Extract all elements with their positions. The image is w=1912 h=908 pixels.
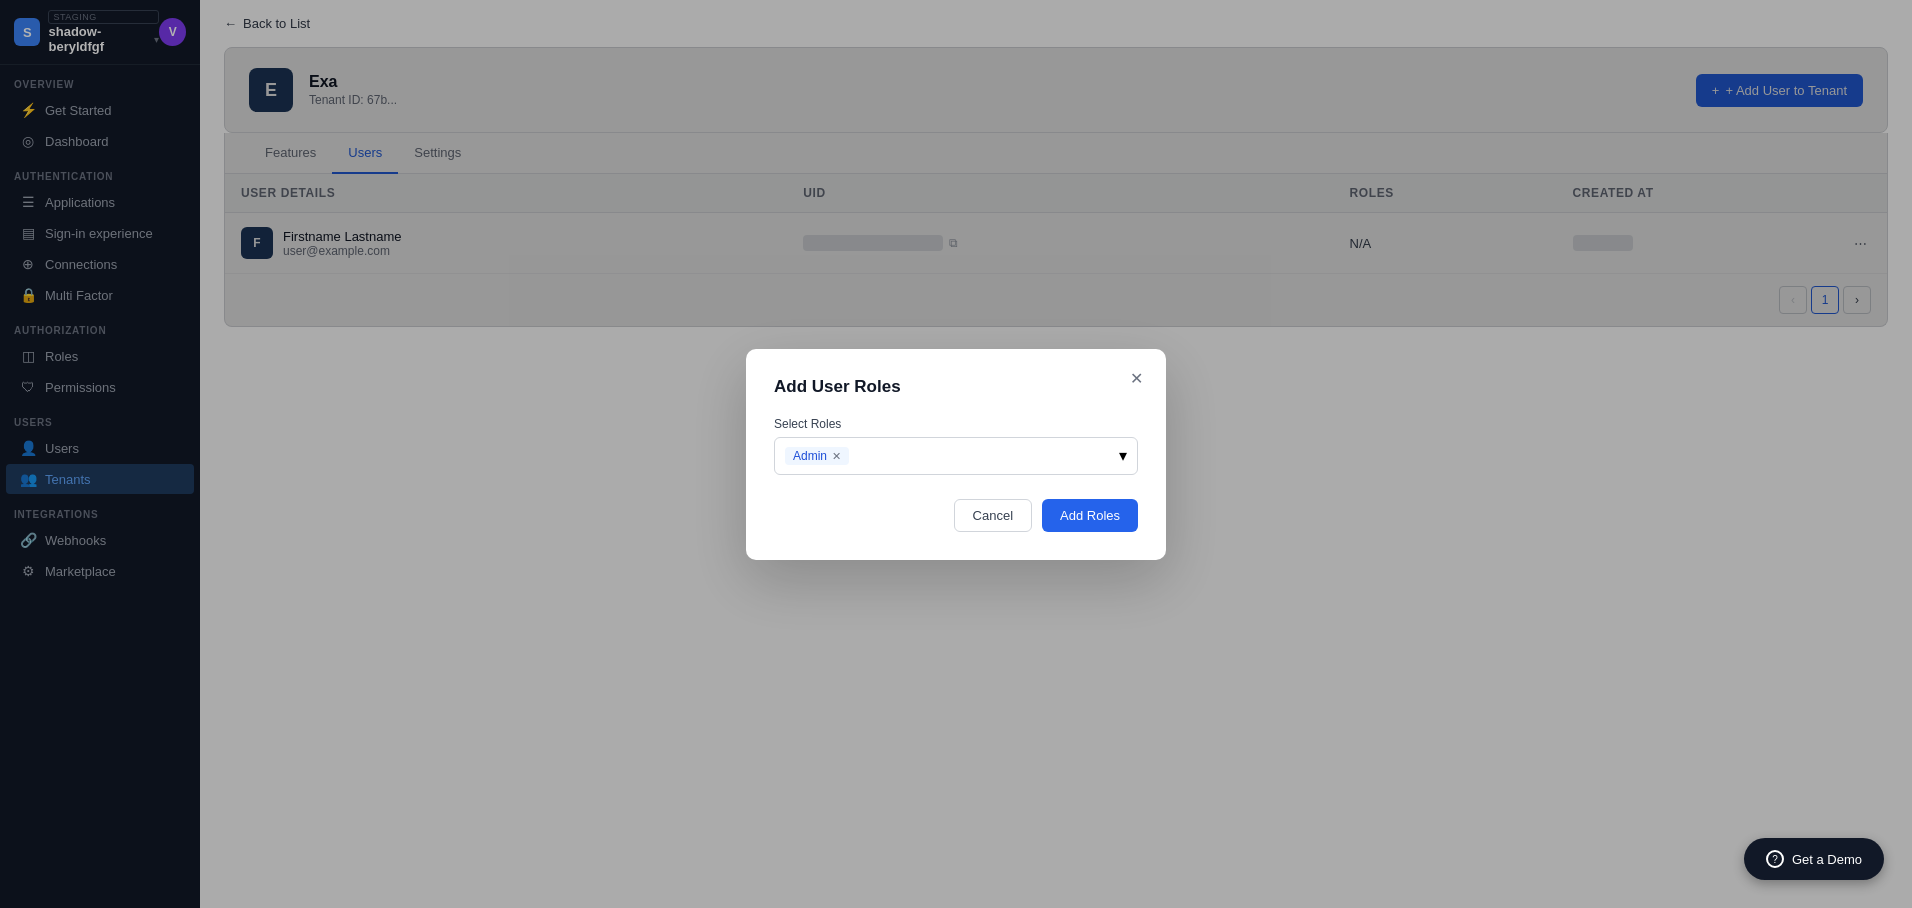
admin-role-label: Admin bbox=[793, 449, 827, 463]
get-demo-label: Get a Demo bbox=[1792, 852, 1862, 867]
modal-title: Add User Roles bbox=[774, 377, 1138, 397]
select-roles-label: Select Roles bbox=[774, 417, 1138, 431]
modal-close-button[interactable]: ✕ bbox=[1124, 367, 1148, 391]
demo-icon: ? bbox=[1766, 850, 1784, 868]
dropdown-chevron-icon: ▾ bbox=[1119, 446, 1127, 465]
admin-role-tag: Admin ✕ bbox=[785, 447, 849, 465]
modal-actions: Cancel Add Roles bbox=[774, 499, 1138, 532]
roles-select-dropdown[interactable]: Admin ✕ ▾ bbox=[774, 437, 1138, 475]
remove-role-button[interactable]: ✕ bbox=[832, 450, 841, 463]
add-roles-button[interactable]: Add Roles bbox=[1042, 499, 1138, 532]
add-user-roles-modal: Add User Roles ✕ Select Roles Admin ✕ ▾ … bbox=[746, 349, 1166, 560]
modal-overlay: Add User Roles ✕ Select Roles Admin ✕ ▾ … bbox=[200, 0, 1912, 908]
get-demo-button[interactable]: ? Get a Demo bbox=[1744, 838, 1884, 880]
selected-roles: Admin ✕ bbox=[785, 446, 849, 465]
cancel-button[interactable]: Cancel bbox=[954, 499, 1032, 532]
main-content: ← Back to List E Exa Tenant ID: 67b... +… bbox=[200, 0, 1912, 908]
